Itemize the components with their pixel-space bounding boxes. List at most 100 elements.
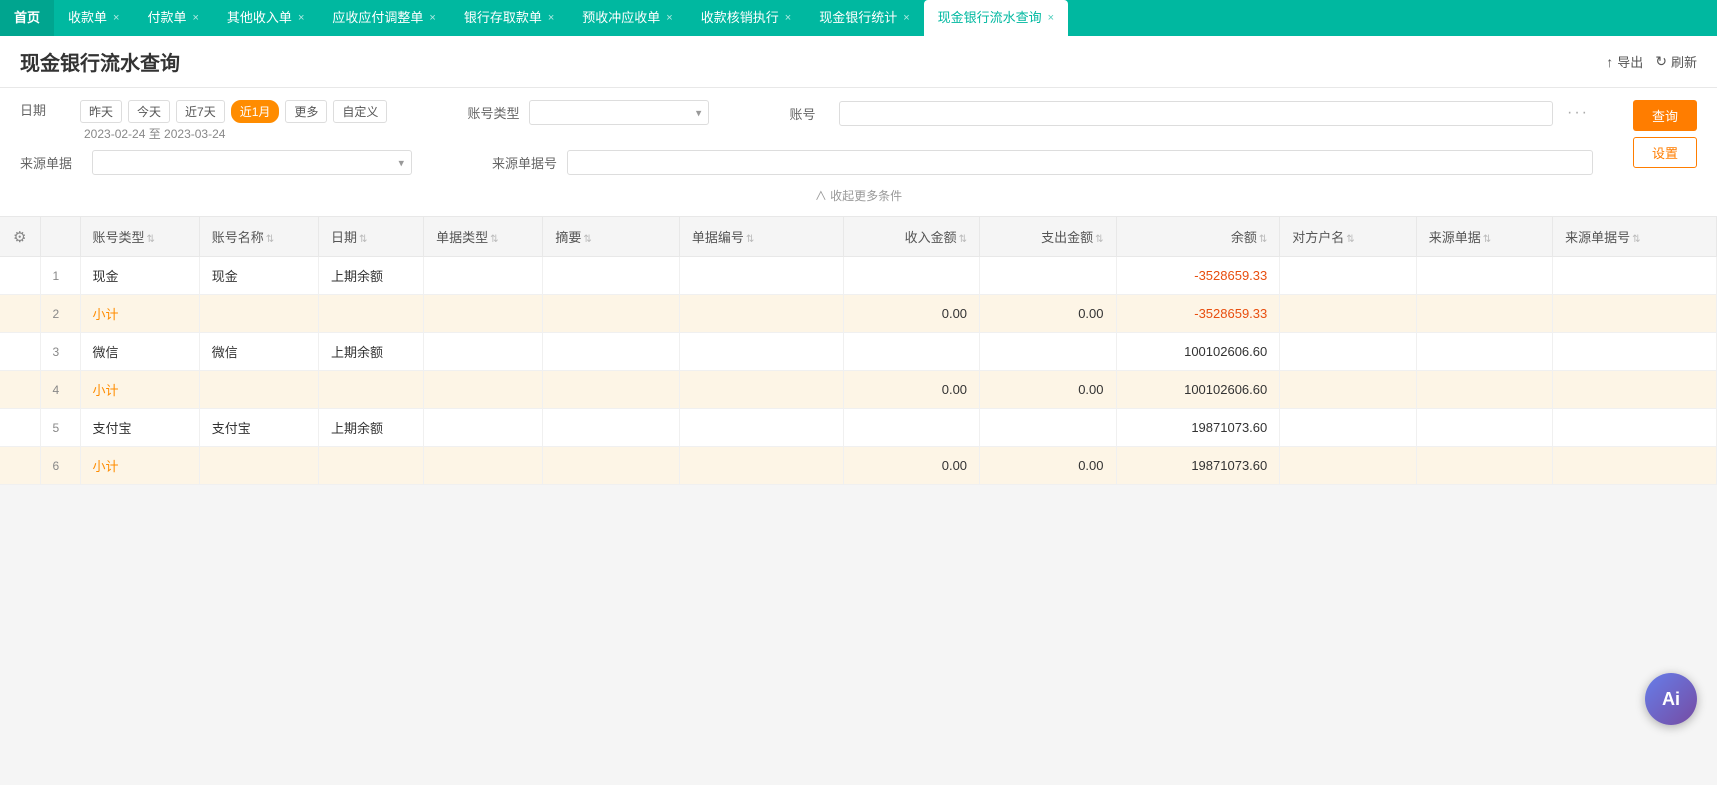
close-tab-0-icon[interactable]: × [113,0,119,36]
close-tab-1-icon[interactable]: × [192,0,198,36]
sort-account-name-icon: ⇅ [266,234,274,245]
table-col-doc-type[interactable]: 单据类型⇅ [424,217,543,257]
sort-source-doc-no-icon: ⇅ [1632,234,1640,245]
column-settings-icon[interactable]: ⚙ [13,229,26,246]
table-col-date[interactable]: 日期⇅ [319,217,424,257]
table-col-source-doc-no[interactable]: 来源单据号⇅ [1553,217,1717,257]
table-col-counterparty[interactable]: 对方户名⇅ [1280,217,1416,257]
source-doc-no-input[interactable] [567,150,1593,175]
row-balance: 100102606.60 [1116,333,1280,371]
nav-tab-2[interactable]: 其他收入单 × [213,0,318,36]
sort-expense-icon: ⇅ [1095,234,1103,245]
table-col-balance[interactable]: 余额⇅ [1116,217,1280,257]
row-gear [0,257,40,295]
row-account-type: 微信 [80,333,199,371]
nav-tab-5[interactable]: 预收冲应收单 × [568,0,686,36]
table-col-no [40,217,80,257]
account-more-button[interactable]: ··· [1563,100,1593,126]
nav-home[interactable]: 首页 [0,0,54,36]
account-label: 账号 [789,104,829,123]
row-date [319,371,424,409]
table-row: 4 小计 0.00 0.00 100102606.60 [0,371,1717,409]
row-source-doc-no [1553,447,1717,485]
nav-tab-3[interactable]: 应收应付调整单 × [318,0,449,36]
nav-tab-1[interactable]: 付款单 × [133,0,212,36]
nav-tab-0[interactable]: 收款单 × [54,0,133,36]
close-tab-4-icon[interactable]: × [548,0,554,36]
row-counterparty [1280,295,1416,333]
sort-account-type-icon: ⇅ [147,234,155,245]
date-btn-1month[interactable]: 近1月 [231,100,280,123]
row-no: 4 [40,371,80,409]
date-range-display: 2023-02-24 至 2023-03-24 [84,125,387,142]
table-col-account-name[interactable]: 账号名称⇅ [199,217,318,257]
row-account-type: 小计 [80,447,199,485]
close-tab-5-icon[interactable]: × [666,0,672,36]
collapse-more-conditions[interactable]: ∧ 收起更多条件 [20,183,1697,206]
date-btn-custom[interactable]: 自定义 [333,100,387,123]
nav-tab-6[interactable]: 收款核销执行 × [687,0,805,36]
filter-area: 日期 昨天 今天 近7天 近1月 更多 自定义 2023-02-24 至 202… [0,88,1717,217]
date-btn-7days[interactable]: 近7天 [176,100,225,123]
row-expense [980,409,1116,447]
refresh-button[interactable]: ↻ 刷新 [1655,52,1697,71]
table-row: 3 微信 微信 上期余额 100102606.60 [0,333,1717,371]
nav-tab-8[interactable]: 现金银行流水查询 × [924,0,1068,36]
date-btn-yesterday[interactable]: 昨天 [80,100,122,123]
query-button[interactable]: 查询 [1633,100,1697,131]
row-account-type: 现金 [80,257,199,295]
sort-doc-no-icon: ⇅ [746,234,754,245]
row-counterparty [1280,257,1416,295]
row-account-name [199,447,318,485]
row-income: 0.00 [843,295,979,333]
nav-tab-4[interactable]: 银行存取款单 × [450,0,568,36]
row-gear [0,333,40,371]
row-no: 6 [40,447,80,485]
settings-button[interactable]: 设置 [1633,137,1697,168]
row-source-doc-no [1553,371,1717,409]
source-doc-select[interactable] [92,150,412,175]
date-btn-more[interactable]: 更多 [285,100,327,123]
date-filter-label: 日期 [20,100,60,119]
row-account-type: 小计 [80,295,199,333]
row-account-name [199,371,318,409]
row-account-name: 微信 [199,333,318,371]
export-button[interactable]: ↑ 导出 [1606,52,1643,71]
table-col-summary[interactable]: 摘要⇅ [543,217,679,257]
row-expense: 0.00 [980,295,1116,333]
export-icon: ↑ [1606,54,1613,70]
row-date: 上期余额 [319,409,424,447]
close-tab-8-icon[interactable]: × [1048,0,1054,36]
row-balance: -3528659.33 [1116,257,1280,295]
sort-date-icon: ⇅ [359,234,367,245]
date-btn-today[interactable]: 今天 [128,100,170,123]
sort-doc-type-icon: ⇅ [490,234,498,245]
table-header-row: ⚙ 账号类型⇅ 账号名称⇅ 日期⇅ 单据类型⇅ 摘要⇅ [0,217,1717,257]
close-tab-7-icon[interactable]: × [903,0,909,36]
close-tab-6-icon[interactable]: × [785,0,791,36]
sort-source-doc-icon: ⇅ [1483,234,1491,245]
row-date [319,447,424,485]
table-body: 1 现金 现金 上期余额 -3528659.33 2 小计 0.00 0.00 … [0,257,1717,485]
table-col-expense[interactable]: 支出金额⇅ [980,217,1116,257]
table-col-doc-no[interactable]: 单据编号⇅ [679,217,843,257]
account-input[interactable] [839,101,1553,126]
row-balance: -3528659.33 [1116,295,1280,333]
table-col-gear: ⚙ [0,217,40,257]
source-doc-label: 来源单据 [20,153,72,172]
table-col-source-doc[interactable]: 来源单据⇅ [1416,217,1552,257]
table-col-account-type[interactable]: 账号类型⇅ [80,217,199,257]
close-tab-2-icon[interactable]: × [298,0,304,36]
ai-assistant-button[interactable]: Ai [1645,673,1697,725]
row-income: 0.00 [843,447,979,485]
row-balance: 19871073.60 [1116,409,1280,447]
account-type-select[interactable] [529,100,709,125]
nav-tab-7[interactable]: 现金银行统计 × [805,0,923,36]
row-source-doc [1416,333,1552,371]
row-doc-no [679,257,843,295]
row-no: 2 [40,295,80,333]
close-tab-3-icon[interactable]: × [429,0,435,36]
table-col-income[interactable]: 收入金额⇅ [843,217,979,257]
row-expense [980,333,1116,371]
row-gear [0,409,40,447]
